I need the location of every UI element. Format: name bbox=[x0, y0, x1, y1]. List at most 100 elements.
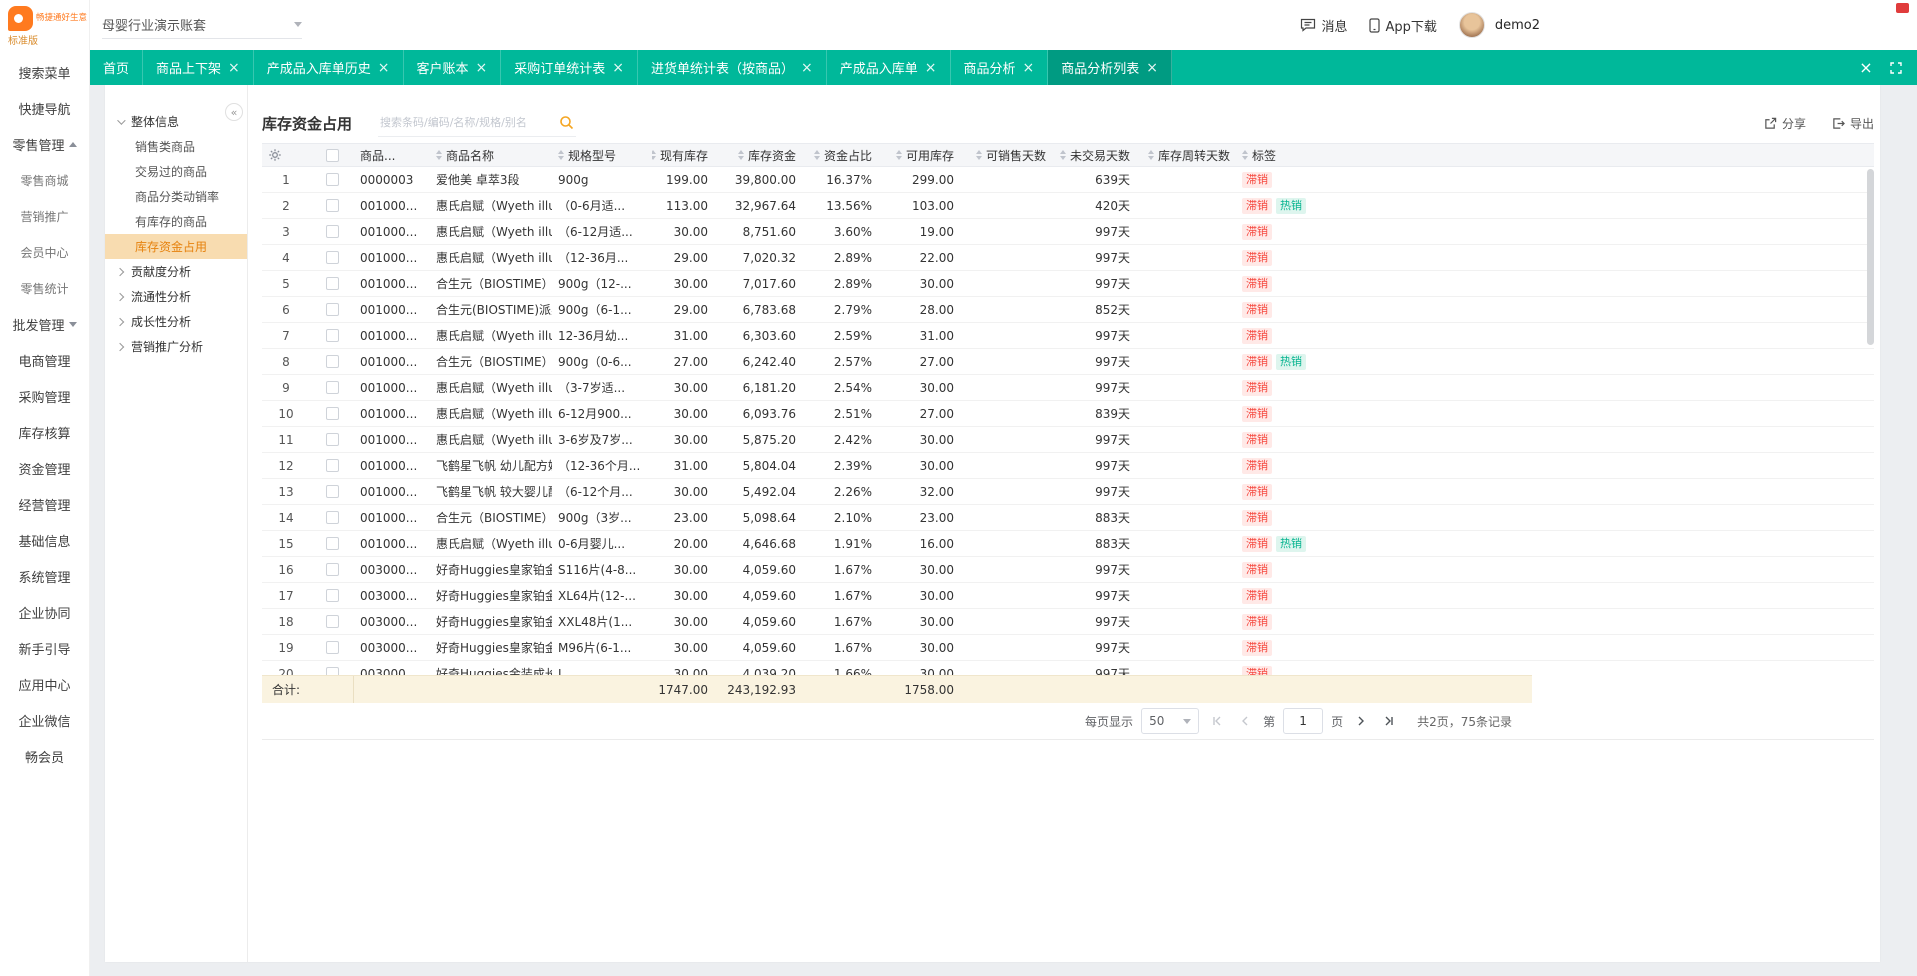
sort-icon[interactable] bbox=[1147, 150, 1154, 160]
tab-item[interactable]: 产成品入库单历史 × bbox=[254, 50, 404, 85]
row-checkbox-cell[interactable] bbox=[310, 615, 354, 628]
row-checkbox-cell[interactable] bbox=[310, 199, 354, 212]
tab-item[interactable]: 采购订单统计表 × bbox=[501, 50, 639, 85]
tab-close-icon[interactable]: × bbox=[925, 61, 937, 75]
checkbox[interactable] bbox=[325, 355, 339, 368]
sidebar-item[interactable]: 资金管理 bbox=[0, 450, 89, 486]
sidebar-item[interactable]: 应用中心 bbox=[0, 666, 89, 702]
fullscreen-button[interactable] bbox=[1887, 59, 1905, 77]
table-row[interactable]: 16 003000... 好奇Huggies皇家铂金装纸尿裤 S116片(4-8...… bbox=[262, 557, 1874, 583]
checkbox[interactable] bbox=[325, 615, 339, 628]
table-row[interactable]: 18 003000... 好奇Huggies皇家铂金装拉拉裤 XXL48片(1... 3… bbox=[262, 609, 1874, 635]
app-download-button[interactable]: App下载 bbox=[1369, 16, 1437, 35]
checkbox[interactable] bbox=[325, 589, 339, 602]
table-row[interactable]: 15 001000... 惠氏启赋（Wyeth illuma） 0-6月婴儿... 20… bbox=[262, 531, 1874, 557]
table-row[interactable]: 20 003000... 好奇Huggies金装成长裤 L... 30.00 4,039.… bbox=[262, 661, 1874, 675]
first-page-button[interactable] bbox=[1207, 708, 1227, 734]
per-page-select[interactable]: 50 bbox=[1141, 708, 1200, 734]
sidebar-item[interactable]: 新手引导 bbox=[0, 630, 89, 666]
tab-item[interactable]: 客户账本 × bbox=[404, 50, 502, 85]
row-checkbox-cell[interactable] bbox=[310, 173, 354, 186]
row-checkbox-cell[interactable] bbox=[310, 329, 354, 342]
table-row[interactable]: 3 001000... 惠氏启赋（Wyeth illuma） （6-12月适... 30… bbox=[262, 219, 1874, 245]
row-checkbox-cell[interactable] bbox=[310, 303, 354, 316]
select-all-checkbox[interactable] bbox=[310, 144, 354, 166]
checkbox[interactable] bbox=[325, 199, 339, 212]
panel-item[interactable]: 库存资金占用 bbox=[105, 234, 247, 259]
avatar[interactable] bbox=[1458, 12, 1485, 38]
column-header-notrade[interactable]: 未交易天数 bbox=[1052, 144, 1136, 166]
row-checkbox-cell[interactable] bbox=[310, 641, 354, 654]
last-page-button[interactable] bbox=[1379, 708, 1399, 734]
panel-item[interactable]: 有库存的商品 bbox=[105, 209, 247, 234]
checkbox[interactable] bbox=[325, 381, 339, 394]
row-checkbox-cell[interactable] bbox=[310, 459, 354, 472]
column-header-name[interactable]: 商品名称 bbox=[430, 144, 552, 166]
row-checkbox-cell[interactable] bbox=[310, 381, 354, 394]
checkbox[interactable] bbox=[325, 303, 339, 316]
tab-close-icon[interactable]: × bbox=[612, 61, 624, 75]
row-checkbox-cell[interactable] bbox=[310, 355, 354, 368]
tab-close-icon[interactable]: × bbox=[378, 61, 390, 75]
tab-close-icon[interactable]: × bbox=[801, 61, 813, 75]
sidebar-item[interactable]: 库存核算 bbox=[0, 414, 89, 450]
row-checkbox-cell[interactable] bbox=[310, 225, 354, 238]
sidebar-item[interactable]: 零售管理 bbox=[0, 126, 89, 162]
tab-item[interactable]: 商品上下架 × bbox=[143, 50, 254, 85]
column-header-tags[interactable]: 标签 bbox=[1236, 144, 1356, 166]
checkbox[interactable] bbox=[325, 407, 339, 420]
tab-close-icon[interactable]: × bbox=[1146, 61, 1158, 75]
table-row[interactable]: 7 001000... 惠氏启赋（Wyeth illuma） 12-36月幼... 31… bbox=[262, 323, 1874, 349]
tab-close-icon[interactable]: × bbox=[476, 61, 488, 75]
row-checkbox-cell[interactable] bbox=[310, 407, 354, 420]
table-row[interactable]: 14 001000... 合生元（BIOSTIME）派星 900g（3岁... 23.0… bbox=[262, 505, 1874, 531]
table-row[interactable]: 19 003000... 好奇Huggies皇家铂金装纸尿裤 M96片(6-1... 3… bbox=[262, 635, 1874, 661]
column-header-stock[interactable]: 现有库存 bbox=[652, 144, 714, 166]
page-input[interactable] bbox=[1283, 708, 1324, 734]
table-row[interactable]: 11 001000... 惠氏启赋（Wyeth illuma） 3-6岁及7岁... 3… bbox=[262, 427, 1874, 453]
sidebar-item[interactable]: 采购管理 bbox=[0, 378, 89, 414]
sort-icon[interactable] bbox=[895, 150, 902, 160]
panel-item[interactable]: 交易过的商品 bbox=[105, 159, 247, 184]
checkbox[interactable] bbox=[325, 148, 339, 162]
table-row[interactable]: 1 0000003 爱他美 卓萃3段 900g 199.00 39,800.00 16.37… bbox=[262, 167, 1874, 193]
table-row[interactable]: 12 001000... 飞鹤星飞帆 幼儿配方奶粉 3 （12-36个月... 31.0… bbox=[262, 453, 1874, 479]
sort-icon[interactable] bbox=[975, 150, 982, 160]
account-selector[interactable]: 母婴行业演示账套 bbox=[102, 11, 302, 39]
table-row[interactable]: 13 001000... 飞鹤星飞帆 较大婴儿配方奶 （6-12个月... 30.00 5… bbox=[262, 479, 1874, 505]
panel-group[interactable]: 营销推广分析 bbox=[105, 334, 247, 359]
sidebar-item[interactable]: 系统管理 bbox=[0, 558, 89, 594]
table-row[interactable]: 2 001000... 惠氏启赋（Wyeth illuma） （0-6月适... 113… bbox=[262, 193, 1874, 219]
next-page-button[interactable] bbox=[1351, 708, 1371, 734]
row-checkbox-cell[interactable] bbox=[310, 667, 354, 675]
column-settings-button[interactable] bbox=[262, 144, 310, 166]
tab-item[interactable]: 首页 bbox=[90, 50, 144, 85]
column-header-turnover[interactable]: 库存周转天数 bbox=[1136, 144, 1236, 166]
table-row[interactable]: 10 001000... 惠氏启赋（Wyeth illuma） 6-12月900...… bbox=[262, 401, 1874, 427]
tab-item[interactable]: 产成品入库单 × bbox=[827, 50, 951, 85]
row-checkbox-cell[interactable] bbox=[310, 485, 354, 498]
search-input[interactable] bbox=[380, 116, 560, 129]
search-icon[interactable] bbox=[559, 115, 574, 130]
sidebar-item[interactable]: 零售商城 bbox=[0, 162, 89, 198]
row-checkbox-cell[interactable] bbox=[310, 251, 354, 264]
username[interactable]: demo2 bbox=[1495, 18, 1540, 33]
sidebar-item[interactable]: 企业微信 bbox=[0, 702, 89, 738]
close-all-tabs-button[interactable]: × bbox=[1857, 58, 1875, 77]
row-checkbox-cell[interactable] bbox=[310, 433, 354, 446]
sort-icon[interactable] bbox=[436, 150, 442, 160]
row-checkbox-cell[interactable] bbox=[310, 589, 354, 602]
panel-group[interactable]: 成长性分析 bbox=[105, 309, 247, 334]
export-button[interactable]: 导出 bbox=[1832, 115, 1874, 132]
sort-icon[interactable] bbox=[558, 150, 564, 160]
search-box[interactable] bbox=[378, 109, 577, 137]
checkbox[interactable] bbox=[325, 537, 339, 550]
vertical-scrollbar[interactable] bbox=[1867, 169, 1874, 345]
checkbox[interactable] bbox=[325, 667, 339, 675]
checkbox[interactable] bbox=[325, 251, 339, 264]
table-row[interactable]: 17 003000... 好奇Huggies皇家铂金装纸尿裤 XL64片(12-...… bbox=[262, 583, 1874, 609]
row-checkbox-cell[interactable] bbox=[310, 537, 354, 550]
sort-icon[interactable] bbox=[652, 150, 656, 160]
checkbox[interactable] bbox=[325, 485, 339, 498]
sidebar-item[interactable]: 基础信息 bbox=[0, 522, 89, 558]
